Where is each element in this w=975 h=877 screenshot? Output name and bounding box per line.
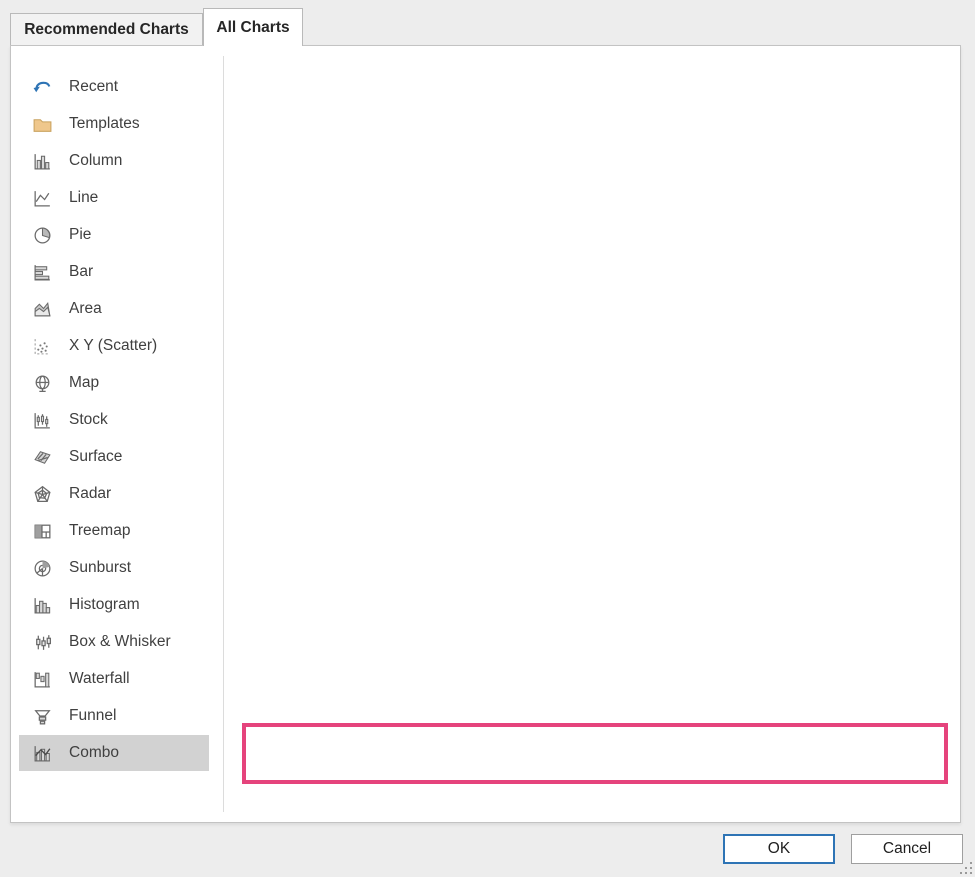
sunburst-chart-icon bbox=[31, 557, 53, 579]
sidebar-item-line[interactable]: Line bbox=[19, 180, 209, 216]
recent-icon bbox=[31, 76, 53, 98]
sidebar-item-histogram[interactable]: Histogram bbox=[19, 587, 209, 623]
sidebar-item-label: Line bbox=[69, 189, 99, 206]
sidebar-item-box-whisker[interactable]: Box & Whisker bbox=[19, 624, 209, 660]
sidebar-item-column[interactable]: Column bbox=[19, 143, 209, 179]
scatter-chart-icon bbox=[31, 335, 53, 357]
funnel-chart-icon bbox=[31, 705, 53, 727]
sidebar-item-label: X Y (Scatter) bbox=[69, 337, 158, 354]
sidebar-item-label: Templates bbox=[69, 115, 140, 132]
sidebar-item-recent[interactable]: Recent bbox=[19, 69, 209, 105]
treemap-chart-icon bbox=[31, 520, 53, 542]
sidebar-item-label: Funnel bbox=[69, 707, 117, 724]
ok-label: OK bbox=[767, 840, 791, 857]
templates-icon bbox=[31, 113, 53, 135]
sidebar-item-surface[interactable]: Surface bbox=[19, 439, 209, 475]
tab-label: Recommended Charts bbox=[24, 21, 189, 38]
sidebar-item-sunburst[interactable]: Sunburst bbox=[19, 550, 209, 586]
column-chart-icon bbox=[31, 150, 53, 172]
sidebar-item-map[interactable]: Map bbox=[19, 365, 209, 401]
radar-chart-icon bbox=[31, 483, 53, 505]
sidebar-item-label: Radar bbox=[69, 485, 112, 502]
sidebar-item-label: Waterfall bbox=[69, 670, 130, 687]
sidebar-item-combo[interactable]: Combo bbox=[19, 735, 209, 771]
sidebar-item-label: Box & Whisker bbox=[69, 633, 171, 650]
line-chart-icon bbox=[31, 187, 53, 209]
sidebar-item-bar[interactable]: Bar bbox=[19, 254, 209, 290]
sidebar-item-label: Area bbox=[69, 300, 102, 317]
sidebar-item-label: Surface bbox=[69, 448, 123, 465]
sidebar-item-label: Recent bbox=[69, 78, 119, 95]
histogram-chart-icon bbox=[31, 594, 53, 616]
area-chart-icon bbox=[31, 298, 53, 320]
sidebar-item-pie[interactable]: Pie bbox=[19, 217, 209, 253]
dialog-body: Recent Templates Column Line Pie Bar Are… bbox=[10, 45, 961, 823]
sidebar-item-label: Bar bbox=[69, 263, 94, 280]
sidebar-item-funnel[interactable]: Funnel bbox=[19, 698, 209, 734]
sidebar-item-xy-scatter[interactable]: X Y (Scatter) bbox=[19, 328, 209, 364]
chart-type-sidebar: Recent Templates Column Line Pie Bar Are… bbox=[11, 56, 224, 812]
tab-recommended-charts[interactable]: Recommended Charts bbox=[10, 13, 203, 46]
sidebar-item-label: Histogram bbox=[69, 596, 140, 613]
stock-chart-icon bbox=[31, 409, 53, 431]
sidebar-item-templates[interactable]: Templates bbox=[19, 106, 209, 142]
sidebar-item-label: Map bbox=[69, 374, 100, 391]
sidebar-item-label: Column bbox=[69, 152, 123, 169]
pie-chart-icon bbox=[31, 224, 53, 246]
tab-all-charts[interactable]: All Charts bbox=[203, 8, 303, 46]
sidebar-item-stock[interactable]: Stock bbox=[19, 402, 209, 438]
sidebar-item-treemap[interactable]: Treemap bbox=[19, 513, 209, 549]
tab-label: All Charts bbox=[216, 18, 290, 36]
insert-chart-dialog: Recommended Charts All Charts Recent Tem… bbox=[0, 0, 975, 877]
combo-chart-icon bbox=[31, 742, 53, 764]
sidebar-item-label: Treemap bbox=[69, 522, 131, 539]
surface-chart-icon bbox=[31, 446, 53, 468]
sidebar-item-label: Stock bbox=[69, 411, 108, 428]
sidebar-item-radar[interactable]: Radar bbox=[19, 476, 209, 512]
sidebar-item-label: Pie bbox=[69, 226, 92, 243]
bar-chart-icon bbox=[31, 261, 53, 283]
sidebar-item-area[interactable]: Area bbox=[19, 291, 209, 327]
cancel-label: Cancel bbox=[882, 840, 932, 857]
sidebar-item-label: Sunburst bbox=[69, 559, 132, 576]
box-whisker-chart-icon bbox=[31, 631, 53, 653]
ok-button[interactable]: OK bbox=[723, 834, 835, 864]
map-chart-icon bbox=[31, 372, 53, 394]
sidebar-item-label: Combo bbox=[69, 744, 119, 761]
sidebar-item-waterfall[interactable]: Waterfall bbox=[19, 661, 209, 697]
cancel-button[interactable]: Cancel bbox=[851, 834, 963, 864]
waterfall-chart-icon bbox=[31, 668, 53, 690]
